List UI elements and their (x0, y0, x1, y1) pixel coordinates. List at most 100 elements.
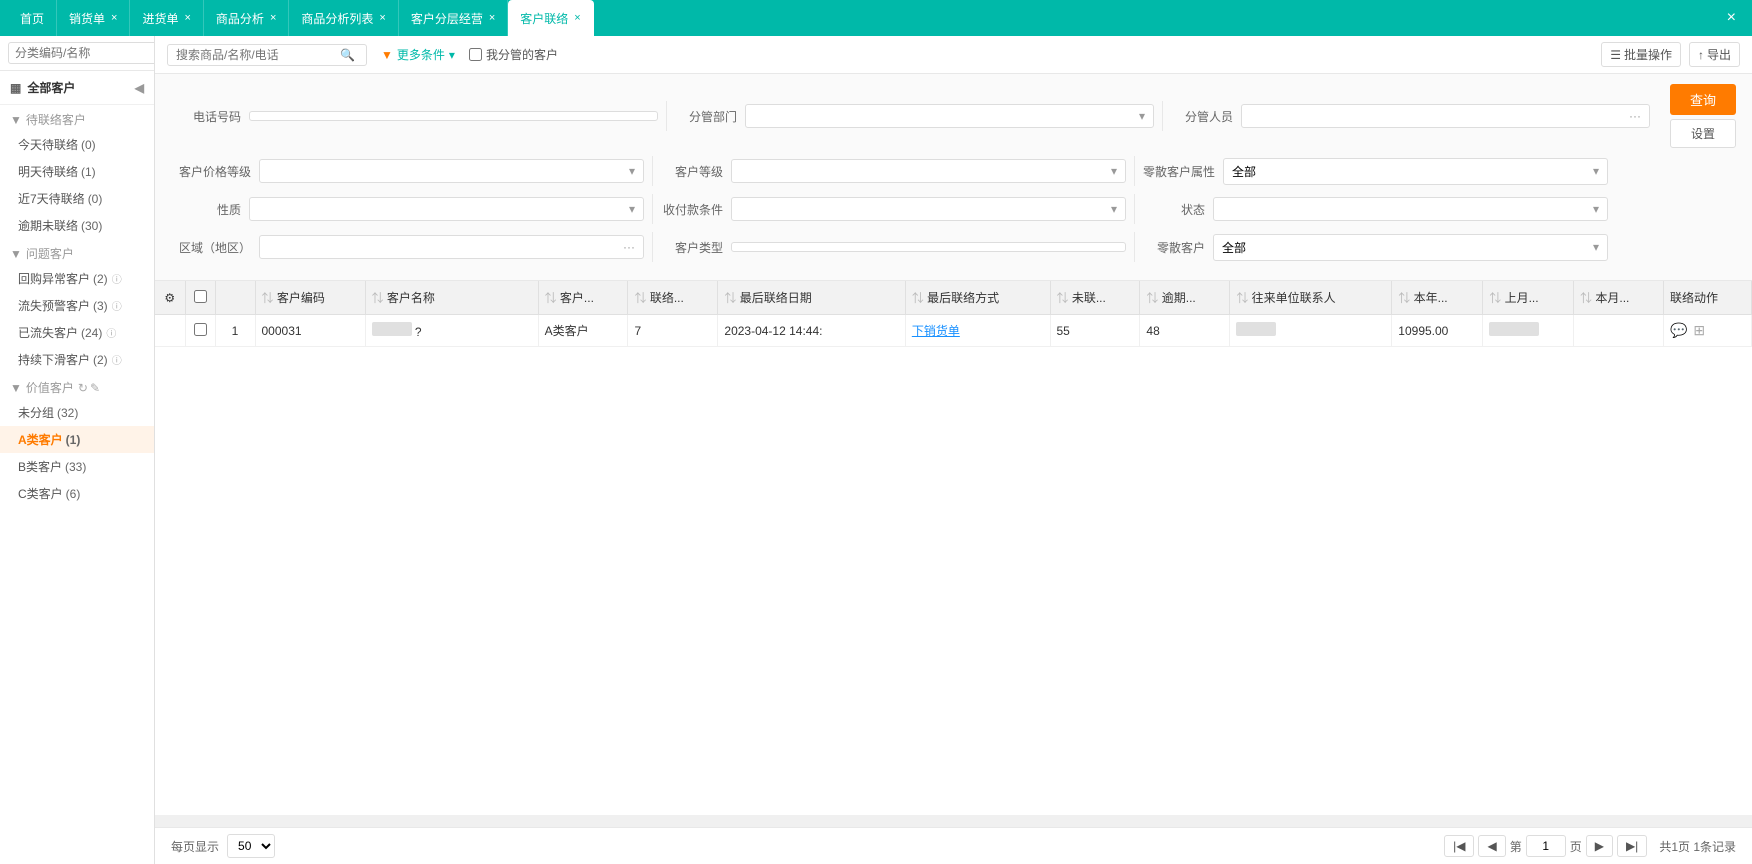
tab-product-analysis-close[interactable]: × (270, 12, 276, 24)
phone-input[interactable] (249, 111, 658, 121)
sidebar-collapse-btn[interactable]: ◀ (135, 81, 144, 95)
close-all-tabs[interactable]: × (1719, 9, 1744, 27)
table-row: 1 000031 ? A类客户 7 (155, 315, 1752, 347)
td-contact: 7 (628, 315, 718, 347)
tab-purchase-order-close[interactable]: × (184, 12, 190, 24)
sort-icon-year: ⇅ (1398, 291, 1413, 305)
tab-customer-layer[interactable]: 客户分层经营 × (399, 0, 508, 36)
th-seq (215, 281, 255, 315)
th-gear[interactable]: ⚙ (155, 281, 185, 315)
tab-sales-order-close[interactable]: × (111, 12, 117, 24)
sort-icon-overdue: ⇅ (1146, 291, 1161, 305)
filter-row-3: 性质 ▾ 收付款条件 ▾ 状态 (171, 194, 1736, 224)
sidebar-item-b-class[interactable]: B类客户 (33) (0, 453, 154, 480)
filter-row-2: 客户价格等级 ▾ 客户等级 ▾ 零散客户属性 (171, 156, 1736, 186)
sidebar: 🔍 ▦ 全部客户 ◀ ▼ 待联络客户 今天待联络 (0) 明天待联络 (1) 近… (0, 36, 155, 864)
horizontal-scrollbar[interactable] (155, 815, 1752, 827)
payment-dropdown[interactable]: ▾ (731, 197, 1126, 221)
search-input[interactable] (176, 48, 336, 62)
content-area: 🔍 ▼ 更多条件 ▾ 我分管的客户 ☰ 批量操作 ↑ 导出 (155, 36, 1752, 864)
sidebar-all-customers[interactable]: ▦ 全部客户 ◀ (0, 71, 154, 105)
tab-customer-contact[interactable]: 客户联络 × (508, 0, 593, 36)
row-checkbox[interactable] (194, 323, 207, 336)
last-month-masked (1489, 322, 1539, 336)
th-last-date: ⇅ 最后联络日期 (718, 281, 905, 315)
triangle-icon-2: ▼ (10, 247, 22, 261)
sidebar-item-overdue-contact[interactable]: 逾期未联络 (30) (0, 212, 154, 239)
sidebar-item-a-class[interactable]: A类客户 (1) (0, 426, 154, 453)
sidebar-item-7days-pending[interactable]: 近7天待联络 (0) (0, 185, 154, 212)
dropdown-arrow-icon: ▾ (449, 48, 455, 62)
nature-dropdown[interactable]: ▾ (249, 197, 644, 221)
first-page-btn[interactable]: |◀ (1444, 835, 1474, 857)
th-last-month: ⇅ 上月... (1483, 281, 1574, 315)
query-button[interactable]: 查询 (1670, 84, 1736, 115)
my-customers-checkbox[interactable]: 我分管的客户 (469, 46, 558, 63)
last-page-btn[interactable]: ▶| (1617, 835, 1647, 857)
manager-input[interactable]: ··· (1241, 104, 1650, 128)
sort-icon-contact: ⇅ (634, 291, 649, 305)
table-footer: 每页显示 50 |◀ ◀ 第 页 ▶ ▶| 共1页 1条记录 (155, 827, 1752, 864)
next-page-btn[interactable]: ▶ (1586, 835, 1613, 857)
tab-customer-layer-close[interactable]: × (489, 12, 495, 24)
sidebar-item-repurchase-abnormal[interactable]: 回购异常客户 (2) ⓘ (0, 265, 154, 292)
tab-customer-contact-close[interactable]: × (574, 12, 580, 24)
filter-payment: 收付款条件 ▾ (653, 197, 1134, 221)
gear-icon[interactable]: ⚙ (164, 291, 175, 305)
tab-sales-order[interactable]: 销货单 × (57, 0, 130, 36)
customer-type-input[interactable] (731, 242, 1126, 252)
status-dropdown[interactable]: ▾ (1213, 197, 1608, 221)
batch-op-btn[interactable]: ☰ 批量操作 (1601, 42, 1681, 67)
tab-product-analysis[interactable]: 商品分析 × (204, 0, 289, 36)
qr-icon[interactable]: ⊞ (1693, 322, 1705, 339)
sidebar-item-tomorrow-pending[interactable]: 明天待联络 (1) (0, 158, 154, 185)
edit-icon[interactable]: ✎ (90, 381, 100, 395)
more-conditions-btn[interactable]: ▼ 更多条件 ▾ (375, 43, 461, 66)
export-btn[interactable]: ↑ 导出 (1689, 42, 1740, 67)
triangle-icon-3: ▼ (10, 381, 22, 395)
last-method-link[interactable]: 下销货单 (912, 324, 960, 338)
sidebar-group-pending[interactable]: ▼ 待联络客户 (0, 105, 154, 131)
tab-product-analysis-list-close[interactable]: × (379, 12, 385, 24)
tab-home[interactable]: 首页 (8, 0, 57, 36)
tab-product-analysis-list[interactable]: 商品分析列表 × (289, 0, 398, 36)
region-input[interactable]: ··· (259, 235, 644, 259)
th-name: ⇅ 客户名称 (365, 281, 538, 315)
search-icon[interactable]: 🔍 (340, 48, 355, 62)
sidebar-item-churned[interactable]: 已流失客户 (24) ⓘ (0, 319, 154, 346)
filter-price-level: 客户价格等级 ▾ (171, 159, 652, 183)
filter-retail-attr: 零散客户属性 全部 ▾ (1135, 158, 1616, 185)
retail-customer-arrow: ▾ (1593, 240, 1599, 254)
sidebar-item-c-class[interactable]: C类客户 (6) (0, 480, 154, 507)
sidebar-search-bar: 🔍 (0, 36, 154, 71)
prev-page-btn[interactable]: ◀ (1478, 835, 1505, 857)
dept-dropdown-arrow: ▾ (1139, 109, 1145, 123)
retail-customer-dropdown[interactable]: 全部 ▾ (1213, 234, 1608, 261)
dept-dropdown[interactable]: ▾ (745, 104, 1154, 128)
sidebar-item-ungrouped[interactable]: 未分组 (32) (0, 399, 154, 426)
price-level-arrow: ▾ (629, 164, 635, 178)
sidebar-item-today-pending[interactable]: 今天待联络 (0) (0, 131, 154, 158)
td-overdue: 48 (1140, 315, 1230, 347)
tab-purchase-order[interactable]: 进货单 × (130, 0, 203, 36)
my-customers-check[interactable] (469, 48, 482, 61)
td-seq: 1 (215, 315, 255, 347)
select-all-checkbox[interactable] (194, 290, 207, 303)
sidebar-item-declining[interactable]: 持续下滑客户 (2) ⓘ (0, 346, 154, 373)
page-input[interactable] (1526, 835, 1566, 857)
customer-level-dropdown[interactable]: ▾ (731, 159, 1126, 183)
contact-icon[interactable]: 💬 (1670, 322, 1687, 339)
sidebar-item-churn-warning[interactable]: 流失预警客户 (3) ⓘ (0, 292, 154, 319)
sidebar-search-input[interactable] (8, 42, 155, 64)
sidebar-group-problem[interactable]: ▼ 问题客户 (0, 239, 154, 265)
settings-button[interactable]: 设置 (1670, 119, 1736, 148)
filter-nature: 性质 ▾ (171, 197, 652, 221)
retail-attr-dropdown[interactable]: 全部 ▾ (1223, 158, 1608, 185)
filter-customer-type: 客户类型 (653, 239, 1134, 256)
price-level-dropdown[interactable]: ▾ (259, 159, 644, 183)
payment-arrow: ▾ (1111, 202, 1117, 216)
page-size-select[interactable]: 50 (227, 834, 275, 858)
sidebar-group-value[interactable]: ▼ 价值客户 ↻ ✎ (0, 373, 154, 399)
td-last-month (1483, 315, 1574, 347)
refresh-icon[interactable]: ↻ (78, 381, 88, 395)
